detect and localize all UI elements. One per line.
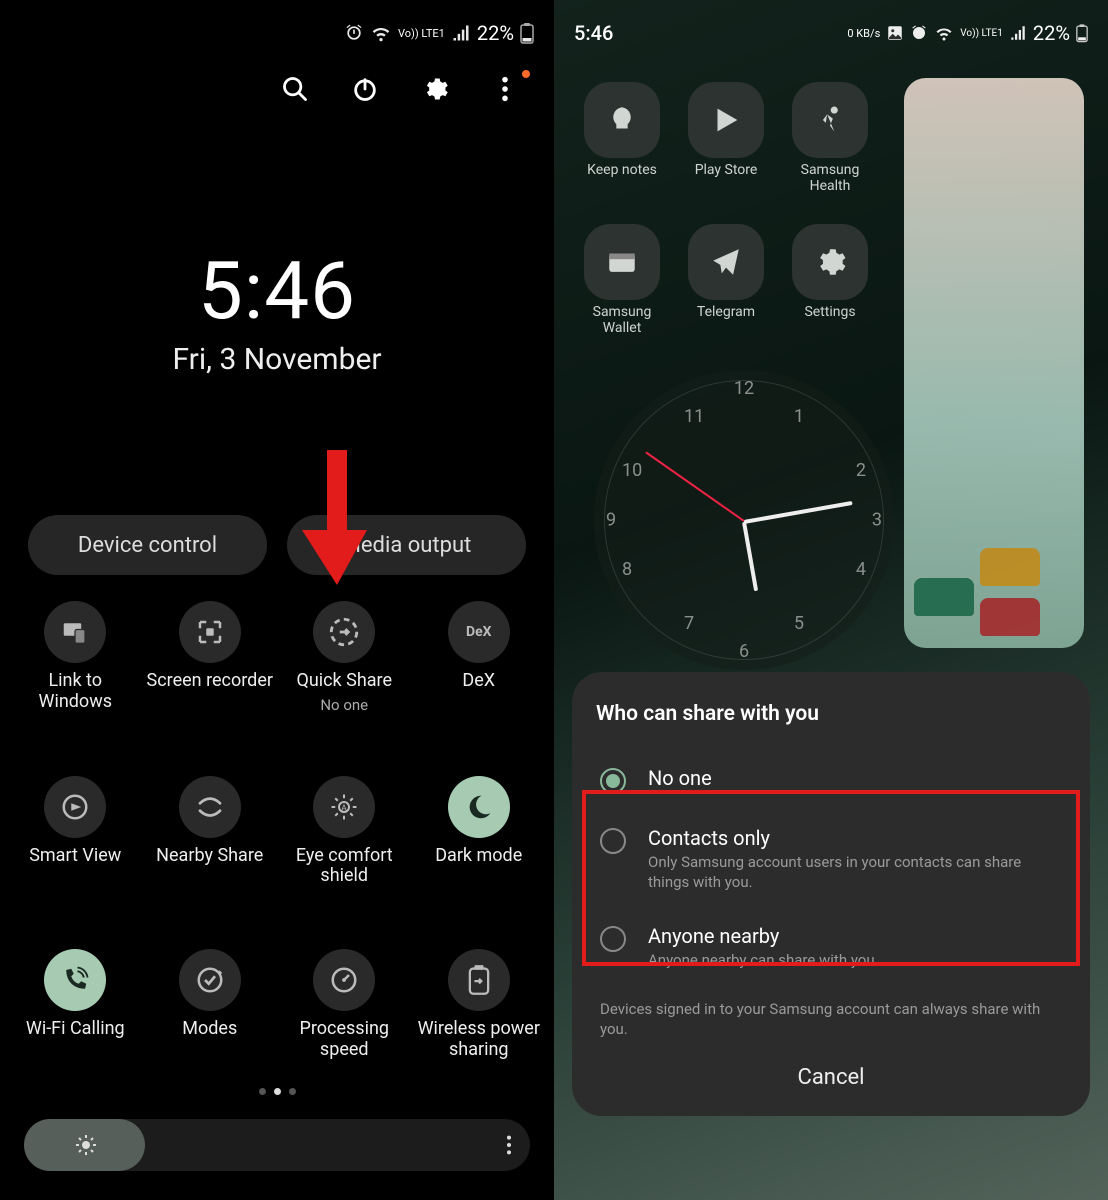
screen-recorder-icon — [195, 617, 225, 647]
wifi-calling-icon — [60, 965, 90, 995]
net-rate: 0 KB/s — [847, 28, 880, 39]
option-anyone-nearby[interactable]: Anyone nearby Anyone nearby can share wi… — [596, 908, 1066, 987]
tile-quick-share-status: No one — [320, 696, 368, 714]
status-bar-right: 5:46 0 KB/s Vo)) LTE1 22% — [554, 0, 1108, 56]
svg-text:A: A — [341, 803, 347, 813]
app-samsung-health[interactable]: Samsung Health — [780, 82, 880, 194]
app-telegram[interactable]: Telegram — [676, 224, 776, 336]
lte-label: Vo)) LTE1 — [398, 28, 445, 39]
media-output-button[interactable]: Media output — [287, 515, 526, 575]
dialog-title: Who can share with you — [596, 702, 1066, 726]
search-icon[interactable] — [280, 74, 310, 104]
page-indicator — [0, 1088, 554, 1095]
app-samsung-wallet[interactable]: Samsung Wallet — [572, 224, 672, 336]
status-time: 5:46 — [574, 21, 613, 45]
battery-pct: 22% — [1033, 21, 1070, 45]
alarm-icon — [910, 24, 928, 42]
clock-date: Fri, 3 November — [0, 342, 554, 377]
gear-icon — [813, 245, 847, 279]
modes-icon — [195, 965, 225, 995]
app-settings[interactable]: Settings — [780, 224, 880, 336]
smart-view-icon — [60, 792, 90, 822]
settings-gear-icon[interactable] — [420, 74, 450, 104]
radio-checked-icon — [600, 768, 626, 794]
tile-processing-speed[interactable]: Processing speed — [279, 949, 410, 1060]
tile-modes[interactable]: Modes — [145, 949, 276, 1060]
tile-wireless-power[interactable]: Wireless power sharing — [414, 949, 545, 1060]
alarm-icon — [344, 23, 364, 43]
device-control-button[interactable]: Device control — [28, 515, 267, 575]
dex-icon: DeX — [466, 624, 492, 640]
app-keep-notes[interactable]: Keep notes — [572, 82, 672, 194]
screenshot-icon — [886, 24, 904, 42]
dialog-footnote: Devices signed in to your Samsung accoun… — [596, 987, 1066, 1040]
tile-smart-view[interactable]: Smart View — [10, 776, 141, 887]
signal-icon — [1009, 24, 1027, 42]
link-to-windows-icon — [60, 617, 90, 647]
brightness-icon — [74, 1133, 98, 1157]
battery-pct: 22% — [477, 21, 514, 45]
lte-label: Vo)) LTE1 — [960, 28, 1003, 39]
brightness-slider[interactable] — [24, 1119, 530, 1171]
status-bar-left: Vo)) LTE1 22% — [0, 0, 554, 56]
clock-widget: 5:46 Fri, 3 November — [0, 244, 554, 377]
option-contacts-only[interactable]: Contacts only Only Samsung account users… — [596, 810, 1066, 908]
signal-icon — [451, 23, 471, 43]
wallet-icon — [605, 245, 639, 279]
battery-icon — [1076, 23, 1088, 43]
wifi-icon — [370, 23, 392, 43]
battery-share-icon — [466, 964, 492, 996]
analog-clock-widget[interactable]: 12 6 9 3 11 1 10 2 8 4 7 5 — [594, 370, 894, 670]
option-no-one[interactable]: No one — [596, 750, 1066, 810]
tile-nearby-share[interactable]: Nearby Share — [145, 776, 276, 887]
tile-wifi-calling[interactable]: Wi-Fi Calling — [10, 949, 141, 1060]
eye-comfort-icon: A — [329, 792, 359, 822]
nearby-share-icon — [195, 792, 225, 822]
power-icon[interactable] — [350, 74, 380, 104]
tile-dark-mode[interactable]: Dark mode — [414, 776, 545, 887]
tile-quick-share[interactable]: Quick Share No one — [279, 601, 410, 714]
play-icon — [709, 103, 743, 137]
moon-icon — [464, 792, 494, 822]
runner-icon — [813, 103, 847, 137]
radio-unchecked-icon — [600, 926, 626, 952]
cancel-button[interactable]: Cancel — [596, 1039, 1066, 1098]
quick-share-icon — [327, 615, 361, 649]
app-play-store[interactable]: Play Store — [676, 82, 776, 194]
notification-dot — [522, 70, 530, 78]
paper-plane-icon — [709, 245, 743, 279]
speedometer-icon — [329, 965, 359, 995]
lightbulb-icon — [605, 103, 639, 137]
tile-screen-recorder[interactable]: Screen recorder — [145, 601, 276, 714]
more-menu-icon[interactable] — [490, 74, 520, 104]
radio-unchecked-icon — [600, 828, 626, 854]
battery-icon — [520, 22, 534, 44]
tile-dex[interactable]: DeX DeX — [414, 601, 545, 714]
clock-time: 5:46 — [0, 244, 554, 338]
wifi-icon — [934, 24, 954, 42]
brightness-more-icon[interactable] — [506, 1134, 512, 1156]
quick-share-dialog: Who can share with you No one Contacts o… — [572, 672, 1090, 1116]
tile-eye-comfort[interactable]: A Eye comfort shield — [279, 776, 410, 887]
tile-link-to-windows[interactable]: Link to Windows — [10, 601, 141, 714]
